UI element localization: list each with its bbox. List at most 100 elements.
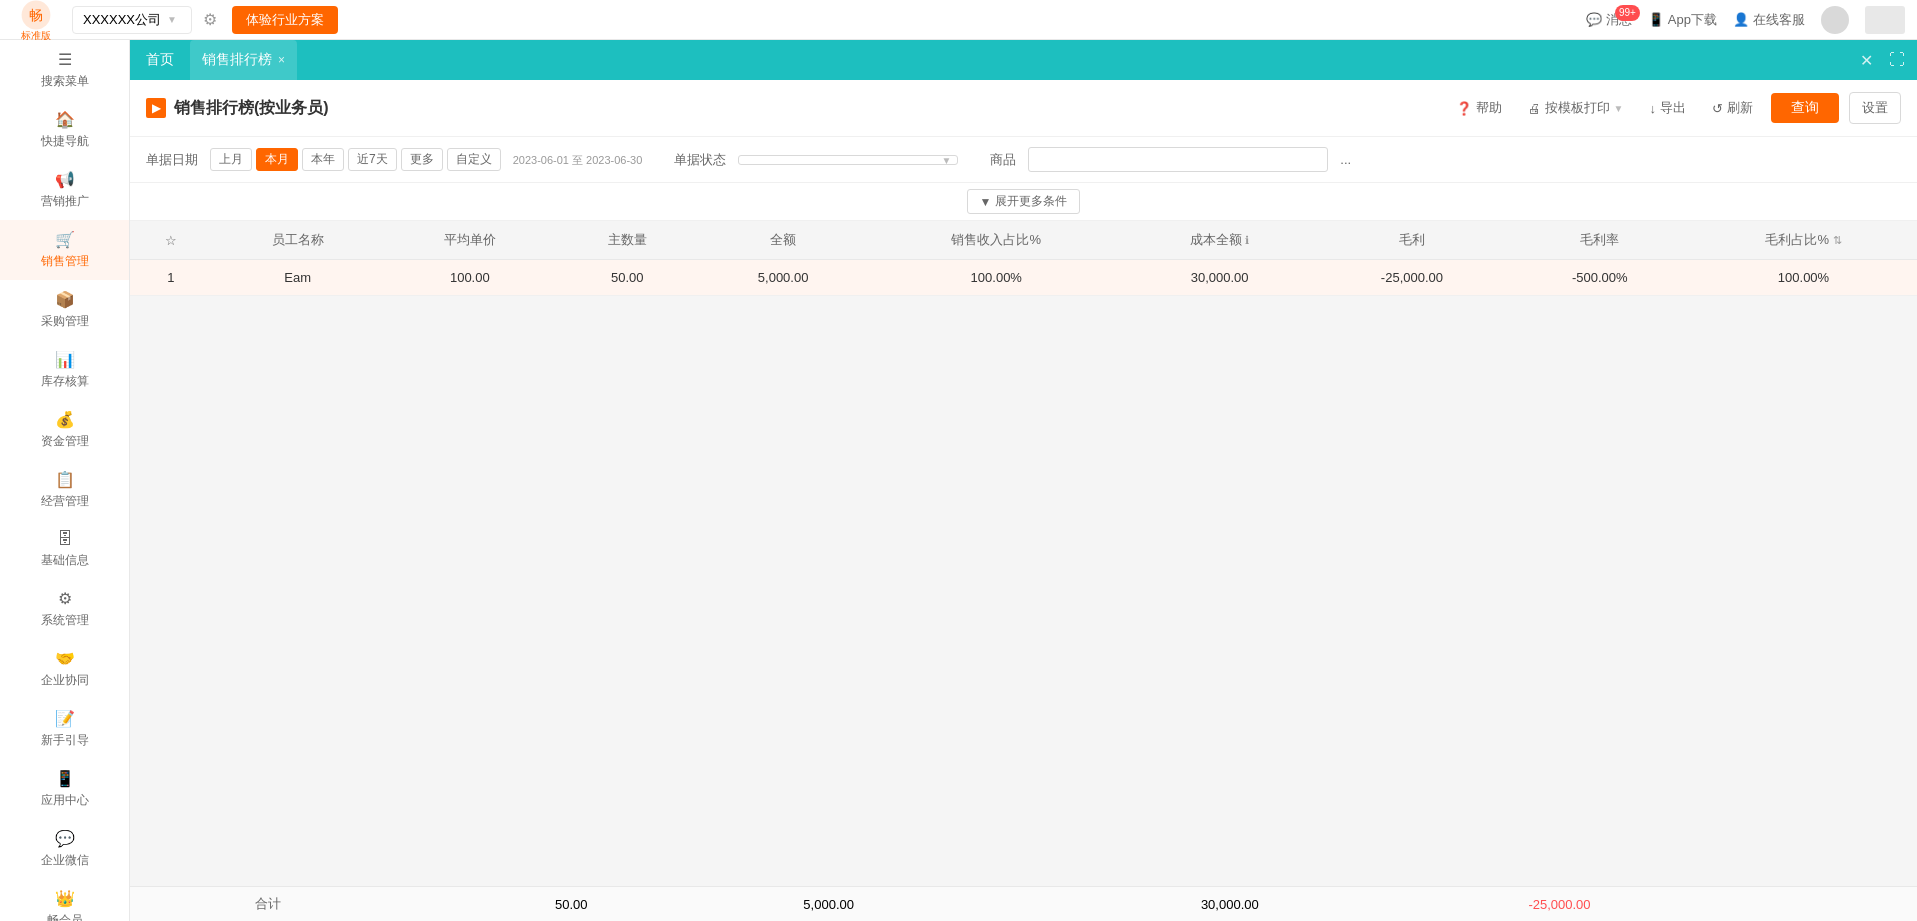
info-icon: ℹ (1245, 234, 1249, 246)
period-last-month[interactable]: 上月 (210, 148, 252, 171)
footer-gross-pct (1823, 887, 1917, 921)
refresh-button[interactable]: ↺ 刷新 (1704, 95, 1761, 121)
cell-gross-pct: 100.00% (1690, 260, 1917, 296)
period-current-month[interactable]: 本月 (256, 148, 298, 171)
app-download-button[interactable]: 📱 App下载 (1648, 11, 1717, 29)
logo: 畅 标准版 (12, 0, 60, 45)
col-amount: 全额 (699, 221, 868, 260)
message-badge: 99+ (1615, 5, 1640, 21)
tab-label: 销售排行榜 (202, 51, 272, 69)
window-maximize-button[interactable]: ⛶ (1885, 47, 1909, 73)
expand-row: ▼ 展开更多条件 (130, 183, 1917, 221)
query-button[interactable]: 查询 (1771, 93, 1839, 123)
operations-icon: 📋 (55, 470, 75, 489)
purchase-icon: 📦 (55, 290, 75, 309)
refresh-icon: ↺ (1712, 101, 1723, 116)
system-icon: ⚙ (58, 589, 72, 608)
cell-main-qty: 50.00 (556, 260, 699, 296)
sidebar-item-label: 新手引导 (41, 732, 89, 749)
cell-avg-price: 100.00 (384, 260, 556, 296)
sidebar-item-basic-info[interactable]: 🗄 基础信息 (0, 520, 129, 579)
col-avg-price: 平均单价 (384, 221, 556, 260)
enterprise-icon: 🤝 (55, 649, 75, 668)
online-service-button[interactable]: 👤 在线客服 (1733, 11, 1805, 29)
col-cost-amount: 成本全额 ℹ (1125, 221, 1314, 260)
date-filter-label: 单据日期 (146, 151, 198, 169)
company-name: XXXXXX公司 (83, 11, 161, 29)
period-more[interactable]: 更多 (401, 148, 443, 171)
goods-more-btn[interactable]: ... (1340, 152, 1351, 167)
period-7days[interactable]: 近7天 (348, 148, 397, 171)
col-sales-pct: 销售收入占比% (868, 221, 1125, 260)
page-header: ▶ 销售排行榜(按业务员) ❓ 帮助 🖨 按模板打印 ▼ (130, 80, 1917, 137)
col-gross: 毛利 (1314, 221, 1509, 260)
page-title: 销售排行榜(按业务员) (174, 98, 329, 119)
tab-home[interactable]: 首页 (130, 40, 190, 80)
trial-button[interactable]: 体验行业方案 (232, 6, 338, 34)
table-settings-button[interactable]: 设置 (1849, 92, 1901, 124)
col-gross-pct: 毛利占比% ⇅ (1690, 221, 1917, 260)
back-button[interactable]: ▶ (146, 98, 166, 118)
help-button[interactable]: ❓ 帮助 (1448, 95, 1510, 121)
svg-text:畅: 畅 (29, 6, 43, 22)
sidebar-item-system[interactable]: ⚙ 系统管理 (0, 579, 129, 639)
sort-icon[interactable]: ⇅ (1833, 234, 1842, 246)
sidebar: ☰ 搜索菜单 🏠 快捷导航 📢 营销推广 🛒 销售管理 📦 采购管理 📊 库存核… (0, 40, 130, 921)
sidebar-item-enterprise[interactable]: 🤝 企业协同 (0, 639, 129, 699)
period-custom[interactable]: 自定义 (447, 148, 501, 171)
avatar[interactable] (1821, 6, 1849, 34)
footer-sales-pct (975, 887, 1069, 921)
sidebar-item-marketing[interactable]: 📢 营销推广 (0, 160, 129, 220)
sidebar-item-inventory[interactable]: 📊 库存核算 (0, 340, 129, 400)
message-button[interactable]: 💬 消息 99+ (1586, 11, 1632, 29)
footer-cost-amount: 30,000.00 (1069, 887, 1390, 921)
sidebar-item-wechat[interactable]: 💬 企业微信 (0, 819, 129, 879)
footer-label: 合计 (170, 887, 366, 921)
cell-cost-amount: 30,000.00 (1125, 260, 1314, 296)
chevron-down-icon: ▼ (167, 14, 177, 25)
status-select[interactable]: ▼ (738, 155, 958, 165)
sidebar-item-sales[interactable]: 🛒 销售管理 (0, 220, 129, 280)
sidebar-item-purchase[interactable]: 📦 采购管理 (0, 280, 129, 340)
footer-amount: 5,000.00 (682, 887, 975, 921)
sidebar-item-finance[interactable]: 💰 资金管理 (0, 400, 129, 460)
sidebar-item-guide[interactable]: 📝 新手引导 (0, 699, 129, 759)
goods-input[interactable] (1028, 147, 1328, 172)
basic-info-icon: 🗄 (57, 530, 73, 548)
chevron-down-icon: ▼ (980, 195, 992, 209)
sidebar-item-label: 基础信息 (41, 552, 89, 569)
sidebar-item-label: 应用中心 (41, 792, 89, 809)
sidebar-item-quick-nav[interactable]: 🏠 快捷导航 (0, 100, 129, 160)
app-icon: 📱 (1648, 12, 1664, 27)
sales-icon: 🛒 (55, 230, 75, 249)
window-close-button[interactable]: ✕ (1856, 47, 1877, 74)
tab-sales-ranking[interactable]: 销售排行榜 × (190, 40, 297, 80)
quick-nav-icon: 🏠 (55, 110, 75, 129)
sidebar-item-app-center[interactable]: 📱 应用中心 (0, 759, 129, 819)
col-rank: ☆ (130, 221, 212, 260)
col-main-qty: 主数量 (556, 221, 699, 260)
expand-conditions-button[interactable]: ▼ 展开更多条件 (967, 189, 1081, 214)
export-button[interactable]: ↓ 导出 (1642, 95, 1695, 121)
template-print-button[interactable]: 🖨 按模板打印 ▼ (1520, 95, 1632, 121)
table-header-row: ☆ 员工名称 平均单价 主数量 全额 销售收入占比% 成本全额 (130, 221, 1917, 260)
footer-main-qty: 50.00 (460, 887, 682, 921)
cell-gross: -25,000.00 (1314, 260, 1509, 296)
sidebar-item-label: 系统管理 (41, 612, 89, 629)
sidebar-item-search[interactable]: ☰ 搜索菜单 (0, 40, 129, 100)
date-range-display: 2023-06-01 至 2023-06-30 (513, 153, 643, 168)
rank-icon: ☆ (165, 233, 177, 248)
tab-close-button[interactable]: × (278, 53, 285, 67)
sidebar-item-member[interactable]: 👑 畅会员 (0, 879, 129, 921)
sidebar-item-operations[interactable]: 📋 经营管理 (0, 460, 129, 520)
sidebar-item-label: 采购管理 (41, 313, 89, 330)
search-icon: ☰ (58, 50, 72, 69)
table-area: ☆ 员工名称 平均单价 主数量 全额 销售收入占比% 成本全额 (130, 221, 1917, 296)
period-year[interactable]: 本年 (302, 148, 344, 171)
sidebar-item-label: 销售管理 (41, 253, 89, 270)
marketing-icon: 📢 (55, 170, 75, 189)
cell-rank: 1 (130, 260, 212, 296)
goods-filter-label: 商品 (990, 151, 1016, 169)
settings-gear-button[interactable]: ⚙ (196, 6, 224, 34)
company-selector[interactable]: XXXXXX公司 ▼ (72, 6, 192, 34)
